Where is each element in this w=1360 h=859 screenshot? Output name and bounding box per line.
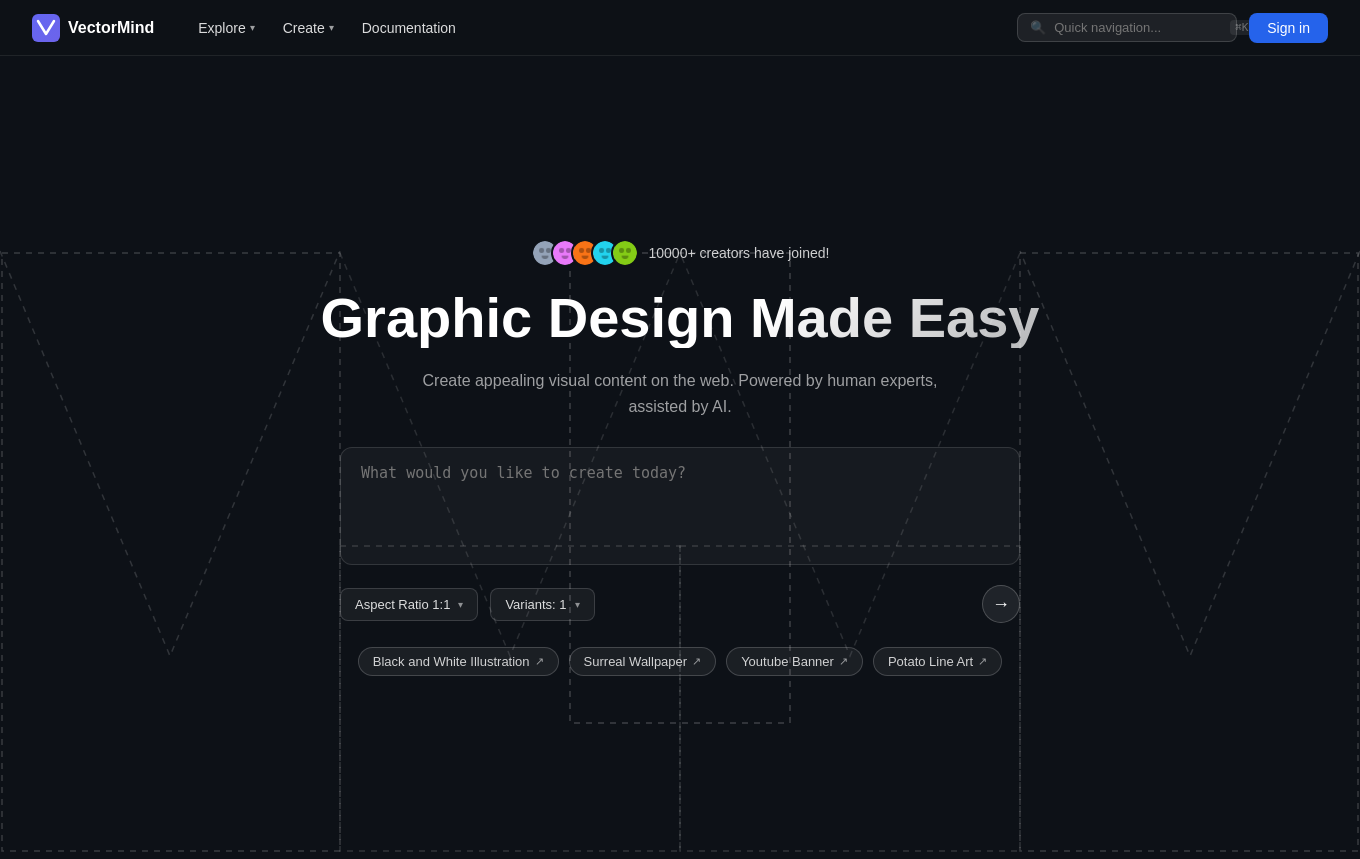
avatars-group (531, 239, 639, 267)
tag-label: Potato Line Art (888, 654, 973, 669)
controls-row: Aspect Ratio 1:1 ▾ Variants: 1 ▾ → (340, 585, 1020, 623)
create-nav-link[interactable]: Create ▾ (271, 14, 346, 42)
tag-arrow-icon: ↗ (839, 655, 848, 668)
navbar: VectorMind Explore ▾ Create ▾ Documentat… (0, 0, 1360, 56)
tags-row: Black and White Illustration↗Surreal Wal… (330, 647, 1030, 676)
variants-label: Variants: 1 (505, 597, 566, 612)
hero-title: Graphic Design Made Easy (321, 287, 1040, 349)
explore-nav-link[interactable]: Explore ▾ (186, 14, 266, 42)
aspect-ratio-dropdown[interactable]: Aspect Ratio 1:1 ▾ (340, 588, 478, 621)
tag-label: Surreal Wallpaper (584, 654, 688, 669)
svg-rect-2 (1020, 253, 1358, 851)
tag-label: Black and White Illustration (373, 654, 530, 669)
aspect-ratio-chevron-icon: ▾ (458, 599, 463, 610)
svg-rect-1 (2, 253, 340, 851)
search-input[interactable] (1054, 20, 1222, 35)
search-box[interactable]: 🔍 ⌘K (1017, 13, 1237, 42)
tag-label: Youtube Banner (741, 654, 834, 669)
tag-arrow-icon: ↗ (978, 655, 987, 668)
navbar-left: VectorMind Explore ▾ Create ▾ Documentat… (32, 14, 468, 42)
submit-button[interactable]: → (982, 585, 1020, 623)
search-icon: 🔍 (1030, 20, 1046, 35)
social-proof-text: 10000+ creators have joined! (649, 245, 830, 261)
hero-section: 10000+ creators have joined! Graphic Des… (0, 56, 1360, 859)
submit-arrow-icon: → (992, 594, 1010, 615)
tag[interactable]: Surreal Wallpaper ↗ (569, 647, 717, 676)
brand-name: VectorMind (68, 19, 154, 37)
nav-links: Explore ▾ Create ▾ Documentation (186, 14, 468, 42)
aspect-ratio-label: Aspect Ratio 1:1 (355, 597, 450, 612)
create-chevron-icon: ▾ (329, 22, 334, 33)
variants-chevron-icon: ▾ (575, 599, 580, 610)
variants-dropdown[interactable]: Variants: 1 ▾ (490, 588, 594, 621)
logo-area[interactable]: VectorMind (32, 14, 154, 42)
tag[interactable]: Youtube Banner ↗ (726, 647, 863, 676)
documentation-nav-link[interactable]: Documentation (350, 14, 468, 42)
tag-arrow-icon: ↗ (535, 655, 544, 668)
hero-content: 10000+ creators have joined! Graphic Des… (300, 199, 1060, 717)
tag[interactable]: Black and White Illustration ↗ (358, 647, 559, 676)
social-proof: 10000+ creators have joined! (531, 239, 830, 267)
tag-arrow-icon: ↗ (692, 655, 701, 668)
hero-subtitle: Create appealing visual content on the w… (400, 368, 960, 419)
logo-icon (32, 14, 60, 42)
prompt-input[interactable] (361, 464, 999, 544)
prompt-area[interactable] (340, 447, 1020, 565)
explore-chevron-icon: ▾ (250, 22, 255, 33)
tag[interactable]: Potato Line Art ↗ (873, 647, 1002, 676)
sign-in-button[interactable]: Sign in (1249, 13, 1328, 43)
avatar (611, 239, 639, 267)
svg-rect-0 (32, 14, 60, 42)
navbar-right: 🔍 ⌘K Sign in (1017, 13, 1328, 43)
